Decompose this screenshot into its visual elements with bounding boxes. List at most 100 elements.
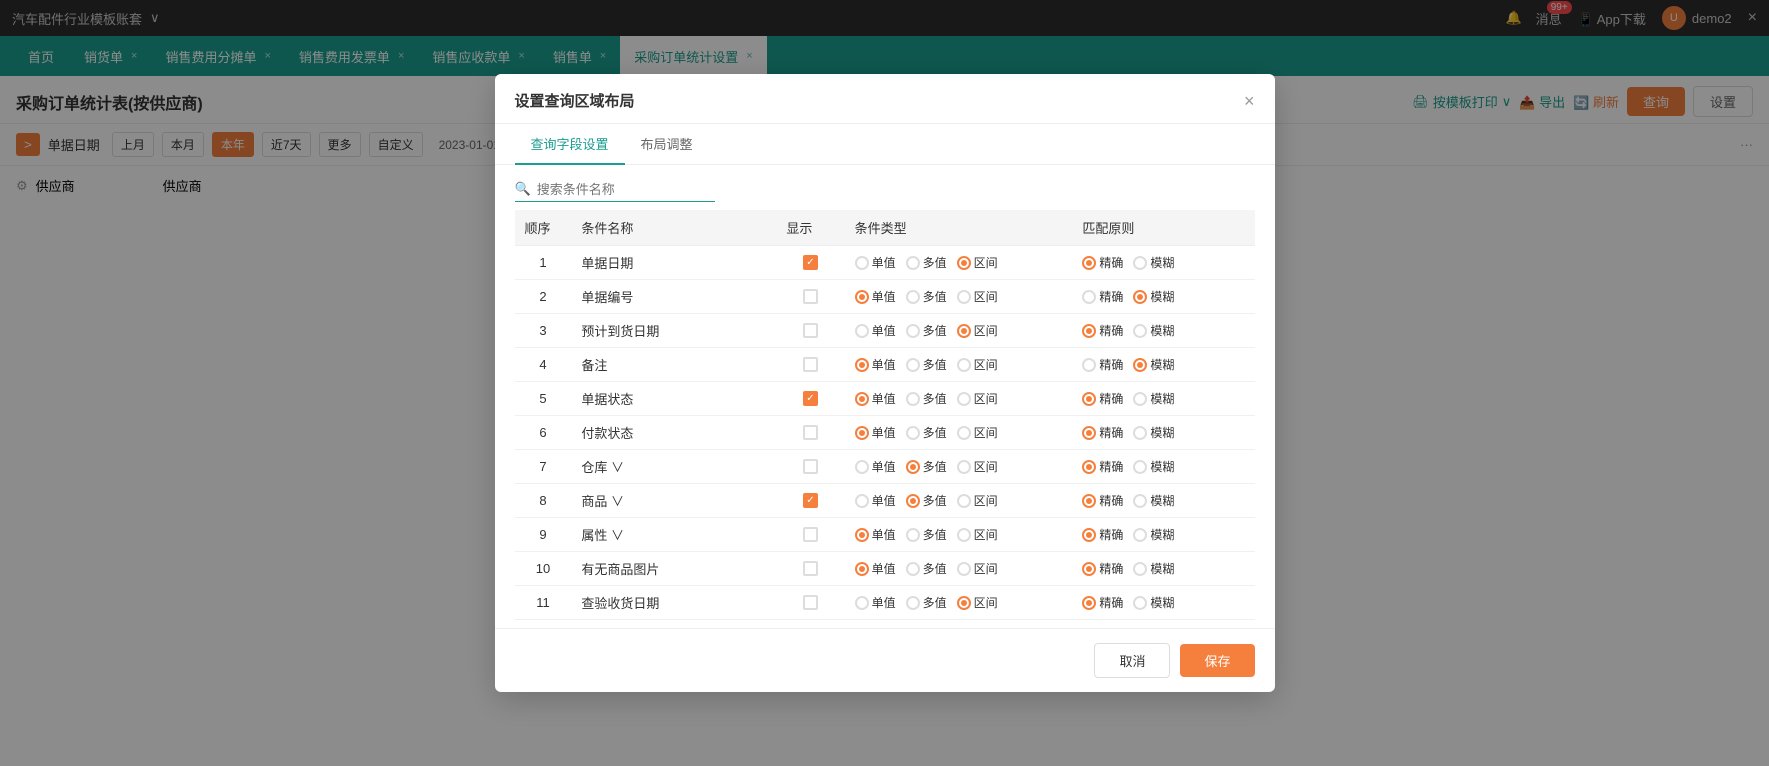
type-radio-5-0[interactable]: 单值 bbox=[855, 424, 896, 441]
type-radio-10-1[interactable]: 多值 bbox=[906, 594, 947, 611]
type-radio-5-1[interactable]: 多值 bbox=[906, 424, 947, 441]
match-radio-6-1[interactable]: 模糊 bbox=[1133, 458, 1174, 475]
match-radio-1-0[interactable]: 精确 bbox=[1082, 288, 1123, 305]
row-match-6: 精确模糊 bbox=[1072, 450, 1254, 484]
type-radio-3-2[interactable]: 区间 bbox=[957, 356, 998, 373]
checkbox-2[interactable] bbox=[803, 323, 818, 338]
row-type-7: 单值多值区间 bbox=[845, 484, 1073, 518]
row-show-2[interactable] bbox=[776, 314, 844, 348]
type-radio-1-0[interactable]: 单值 bbox=[855, 288, 896, 305]
type-radio-7-0[interactable]: 单值 bbox=[855, 492, 896, 509]
type-radio-8-1[interactable]: 多值 bbox=[906, 526, 947, 543]
dialog-close-btn[interactable]: × bbox=[1244, 92, 1255, 110]
type-radio-1-1[interactable]: 多值 bbox=[906, 288, 947, 305]
dialog-tab-1[interactable]: 布局调整 bbox=[625, 124, 709, 165]
type-radio-7-2[interactable]: 区间 bbox=[957, 492, 998, 509]
type-radio-0-0[interactable]: 单值 bbox=[855, 254, 896, 271]
row-show-6[interactable] bbox=[776, 450, 844, 484]
checkbox-5[interactable] bbox=[803, 425, 818, 440]
row-show-3[interactable] bbox=[776, 348, 844, 382]
dialog-tab-0[interactable]: 查询字段设置 bbox=[515, 124, 625, 165]
save-button[interactable]: 保存 bbox=[1180, 644, 1254, 677]
type-radio-8-0[interactable]: 单值 bbox=[855, 526, 896, 543]
type-radio-9-1[interactable]: 多值 bbox=[906, 560, 947, 577]
row-show-7[interactable] bbox=[776, 484, 844, 518]
type-radio-2-1[interactable]: 多值 bbox=[906, 322, 947, 339]
type-radio-7-1[interactable]: 多值 bbox=[906, 492, 947, 509]
match-radio-7-1[interactable]: 模糊 bbox=[1133, 492, 1174, 509]
dialog-footer: 取消 保存 bbox=[495, 628, 1275, 692]
type-radio-8-2[interactable]: 区间 bbox=[957, 526, 998, 543]
type-radio-3-1[interactable]: 多值 bbox=[906, 356, 947, 373]
type-radio-6-2[interactable]: 区间 bbox=[957, 458, 998, 475]
checkbox-9[interactable] bbox=[803, 561, 818, 576]
match-radio-3-1[interactable]: 模糊 bbox=[1133, 356, 1174, 373]
type-radio-4-0[interactable]: 单值 bbox=[855, 390, 896, 407]
row-name-1: 单据编号 bbox=[571, 280, 776, 314]
row-show-8[interactable] bbox=[776, 518, 844, 552]
match-radio-8-1[interactable]: 模糊 bbox=[1133, 526, 1174, 543]
match-radio-0-1[interactable]: 模糊 bbox=[1133, 254, 1174, 271]
row-name-2: 预计到货日期 bbox=[571, 314, 776, 348]
search-icon: 🔍 bbox=[515, 181, 531, 197]
type-radio-5-2[interactable]: 区间 bbox=[957, 424, 998, 441]
cancel-button[interactable]: 取消 bbox=[1094, 643, 1170, 678]
checkbox-8[interactable] bbox=[803, 527, 818, 542]
checkbox-10[interactable] bbox=[803, 595, 818, 610]
search-input[interactable] bbox=[537, 182, 697, 197]
type-radio-9-0[interactable]: 单值 bbox=[855, 560, 896, 577]
type-radio-10-0[interactable]: 单值 bbox=[855, 594, 896, 611]
checkbox-1[interactable] bbox=[803, 289, 818, 304]
match-radio-9-1[interactable]: 模糊 bbox=[1133, 560, 1174, 577]
match-radio-4-1[interactable]: 模糊 bbox=[1133, 390, 1174, 407]
dialog-title: 设置查询区域布局 bbox=[515, 90, 635, 111]
match-radio-2-0[interactable]: 精确 bbox=[1082, 322, 1123, 339]
row-show-1[interactable] bbox=[776, 280, 844, 314]
match-radio-4-0[interactable]: 精确 bbox=[1082, 390, 1123, 407]
type-radio-1-2[interactable]: 区间 bbox=[957, 288, 998, 305]
row-match-0: 精确模糊 bbox=[1072, 246, 1254, 280]
row-show-9[interactable] bbox=[776, 552, 844, 586]
checkbox-4[interactable] bbox=[803, 391, 818, 406]
row-show-5[interactable] bbox=[776, 416, 844, 450]
row-show-4[interactable] bbox=[776, 382, 844, 416]
type-radio-2-0[interactable]: 单值 bbox=[855, 322, 896, 339]
type-radio-4-2[interactable]: 区间 bbox=[957, 390, 998, 407]
type-radio-6-0[interactable]: 单值 bbox=[855, 458, 896, 475]
checkbox-6[interactable] bbox=[803, 459, 818, 474]
row-name-8: 属性 ∨ bbox=[571, 518, 776, 552]
dialog-overlay: 设置查询区域布局 × 查询字段设置 布局调整 🔍 顺序 条件名称 显示 条件类型 bbox=[0, 0, 1769, 766]
match-radio-2-1[interactable]: 模糊 bbox=[1133, 322, 1174, 339]
type-radio-0-1[interactable]: 多值 bbox=[906, 254, 947, 271]
row-order-10: 11 bbox=[515, 586, 572, 620]
match-radio-7-0[interactable]: 精确 bbox=[1082, 492, 1123, 509]
type-radio-6-1[interactable]: 多值 bbox=[906, 458, 947, 475]
table-row: 9属性 ∨单值多值区间精确模糊 bbox=[515, 518, 1255, 552]
row-name-4: 单据状态 bbox=[571, 382, 776, 416]
table-row: 5单据状态单值多值区间精确模糊 bbox=[515, 382, 1255, 416]
type-radio-0-2[interactable]: 区间 bbox=[957, 254, 998, 271]
match-radio-9-0[interactable]: 精确 bbox=[1082, 560, 1123, 577]
row-order-5: 6 bbox=[515, 416, 572, 450]
match-radio-10-0[interactable]: 精确 bbox=[1082, 594, 1123, 611]
row-name-10: 查验收货日期 bbox=[571, 586, 776, 620]
match-radio-3-0[interactable]: 精确 bbox=[1082, 356, 1123, 373]
type-radio-3-0[interactable]: 单值 bbox=[855, 356, 896, 373]
type-radio-4-1[interactable]: 多值 bbox=[906, 390, 947, 407]
type-radio-10-2[interactable]: 区间 bbox=[957, 594, 998, 611]
match-radio-8-0[interactable]: 精确 bbox=[1082, 526, 1123, 543]
checkbox-7[interactable] bbox=[803, 493, 818, 508]
row-show-0[interactable] bbox=[776, 246, 844, 280]
type-radio-2-2[interactable]: 区间 bbox=[957, 322, 998, 339]
row-type-2: 单值多值区间 bbox=[845, 314, 1073, 348]
match-radio-5-0[interactable]: 精确 bbox=[1082, 424, 1123, 441]
match-radio-6-0[interactable]: 精确 bbox=[1082, 458, 1123, 475]
match-radio-5-1[interactable]: 模糊 bbox=[1133, 424, 1174, 441]
checkbox-3[interactable] bbox=[803, 357, 818, 372]
checkbox-0[interactable] bbox=[803, 255, 818, 270]
match-radio-0-0[interactable]: 精确 bbox=[1082, 254, 1123, 271]
match-radio-10-1[interactable]: 模糊 bbox=[1133, 594, 1174, 611]
type-radio-9-2[interactable]: 区间 bbox=[957, 560, 998, 577]
match-radio-1-1[interactable]: 模糊 bbox=[1133, 288, 1174, 305]
row-show-10[interactable] bbox=[776, 586, 844, 620]
